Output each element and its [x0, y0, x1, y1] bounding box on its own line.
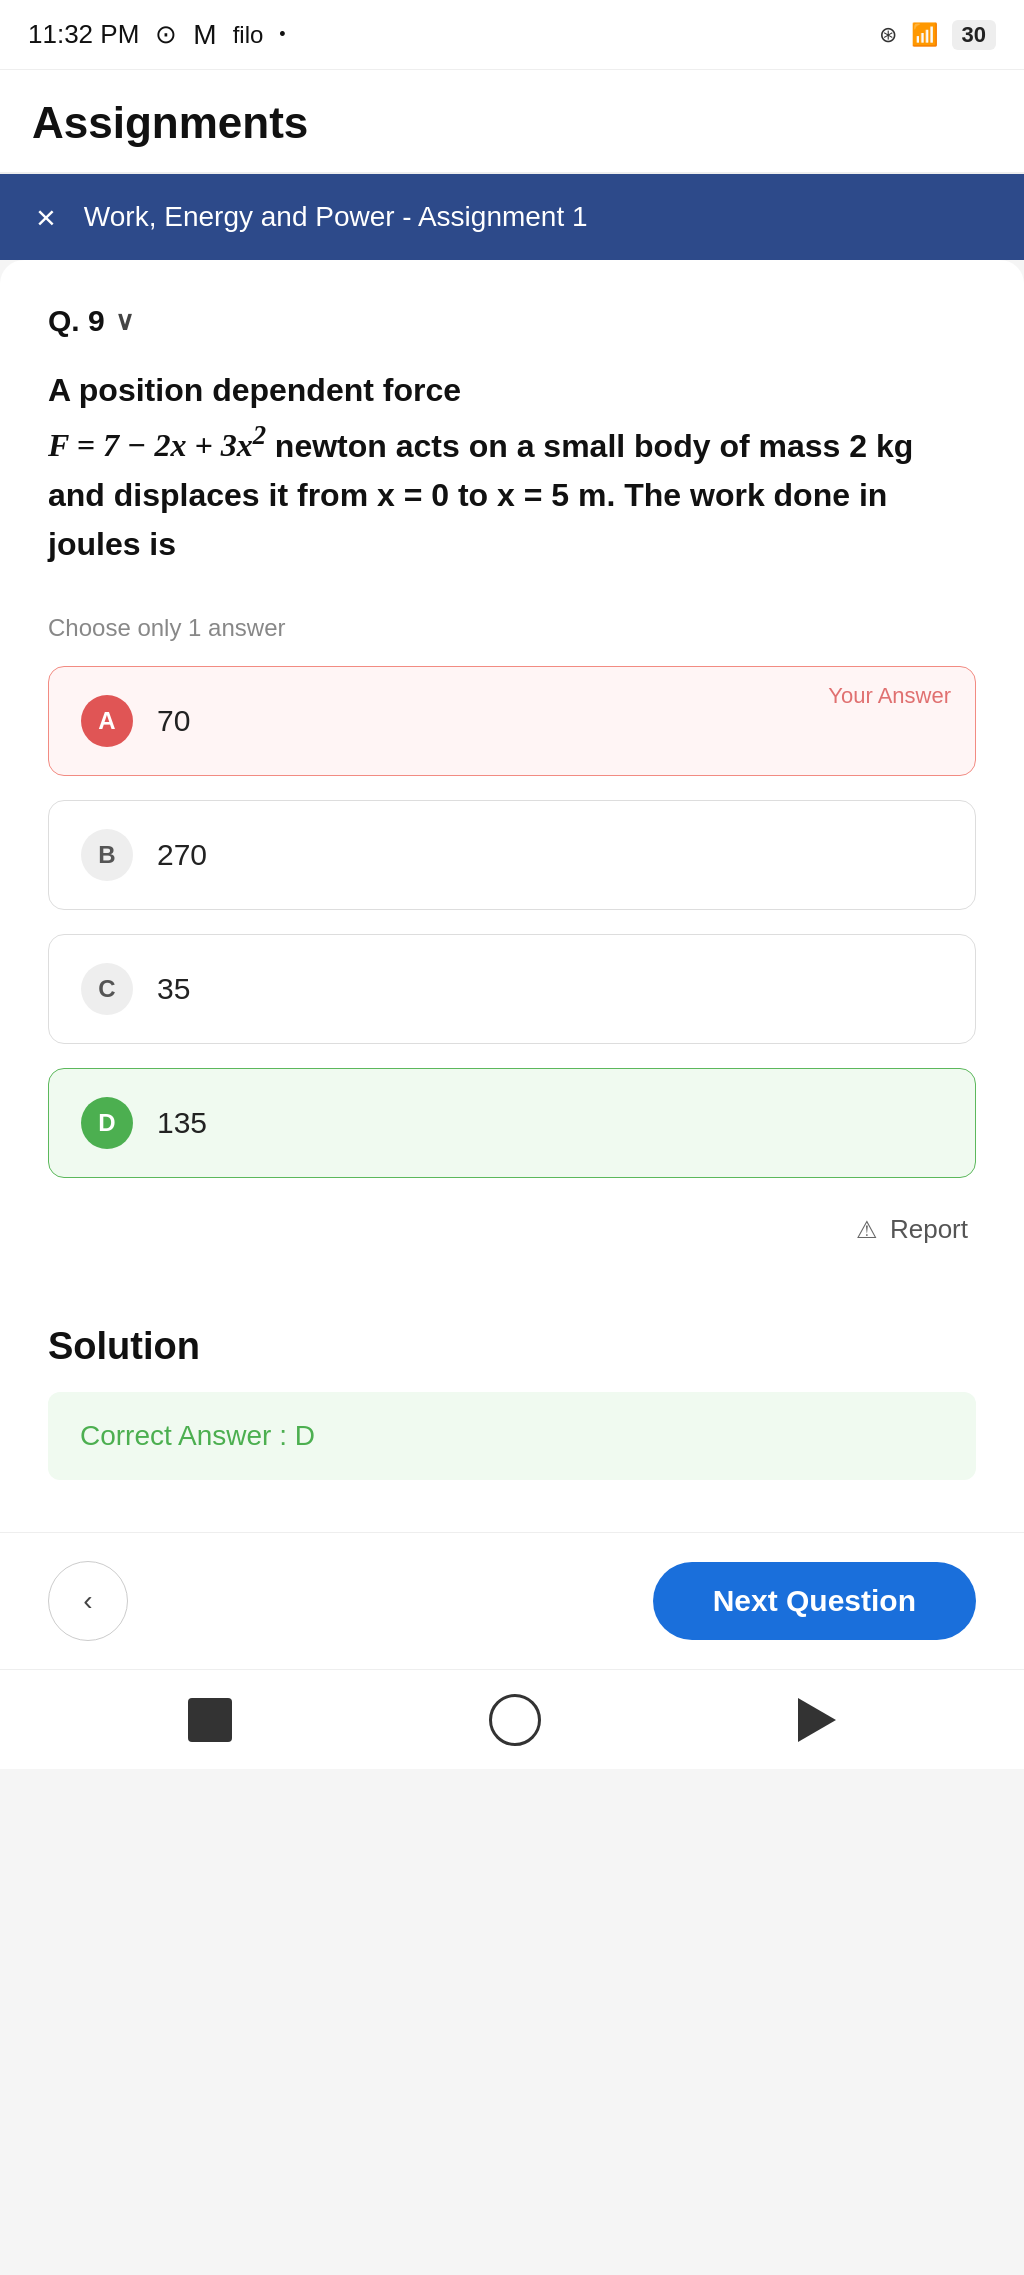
report-row: ⚠ Report	[48, 1214, 976, 1245]
option-b-badge: B	[81, 829, 133, 881]
status-right: ⊛ 📶 30	[879, 20, 996, 50]
option-d[interactable]: D 135	[48, 1068, 976, 1178]
assignment-title: Work, Energy and Power - Assignment 1	[84, 201, 588, 233]
choose-label: Choose only 1 answer	[48, 614, 976, 642]
option-c-badge: C	[81, 963, 133, 1015]
mail-icon: M	[193, 19, 216, 51]
dot-icon: •	[279, 24, 285, 45]
option-a[interactable]: Your Answer A 70	[48, 666, 976, 776]
report-icon: ⚠	[856, 1216, 878, 1244]
question-number-text: Q. 9	[48, 304, 105, 338]
option-a-text: 70	[157, 704, 190, 738]
nav-banner: × Work, Energy and Power - Assignment 1	[0, 174, 1024, 260]
report-button[interactable]: Report	[890, 1214, 968, 1245]
options-list: Your Answer A 70 B 270 C 35 D 135	[48, 666, 976, 1178]
status-left: 11:32 PM ⊙ M filo •	[28, 19, 286, 51]
alarm-icon: ⊙	[155, 19, 177, 50]
option-b[interactable]: B 270	[48, 800, 976, 910]
question-card: Q. 9 ∨ A position dependent force F = 7 …	[0, 260, 1024, 1325]
phone-nav-bar	[0, 1669, 1024, 1769]
page-header: Assignments	[0, 70, 1024, 174]
question-number-row[interactable]: Q. 9 ∨	[48, 304, 976, 338]
solution-heading: Solution	[48, 1325, 976, 1368]
bluetooth-icon: ⊛	[879, 22, 897, 48]
home-icon[interactable]	[489, 1694, 541, 1746]
time-display: 11:32 PM	[28, 19, 139, 50]
option-a-badge: A	[81, 695, 133, 747]
option-d-badge: D	[81, 1097, 133, 1149]
chevron-down-icon: ∨	[115, 306, 134, 337]
status-bar: 11:32 PM ⊙ M filo • ⊛ 📶 30	[0, 0, 1024, 70]
option-c-text: 35	[157, 972, 190, 1006]
correct-answer-text: Correct Answer : D	[80, 1420, 315, 1451]
option-c[interactable]: C 35	[48, 934, 976, 1044]
back-button[interactable]: ‹	[48, 1561, 128, 1641]
battery-indicator: 30	[952, 20, 996, 50]
filo-label: filo	[233, 21, 264, 49]
solution-section: Solution Correct Answer : D	[0, 1325, 1024, 1532]
correct-answer-box: Correct Answer : D	[48, 1392, 976, 1480]
recents-icon[interactable]	[188, 1698, 232, 1742]
bottom-nav: ‹ Next Question	[0, 1532, 1024, 1669]
option-d-text: 135	[157, 1106, 207, 1140]
signal-icon: 📶	[911, 22, 938, 48]
back-nav-icon[interactable]	[798, 1698, 836, 1742]
next-question-button[interactable]: Next Question	[653, 1562, 976, 1640]
question-text: A position dependent force F = 7 − 2x + …	[48, 366, 976, 570]
your-answer-label: Your Answer	[828, 683, 951, 709]
close-icon[interactable]: ×	[36, 200, 56, 234]
back-icon: ‹	[83, 1585, 92, 1617]
option-b-text: 270	[157, 838, 207, 872]
page-title: Assignments	[32, 98, 992, 148]
